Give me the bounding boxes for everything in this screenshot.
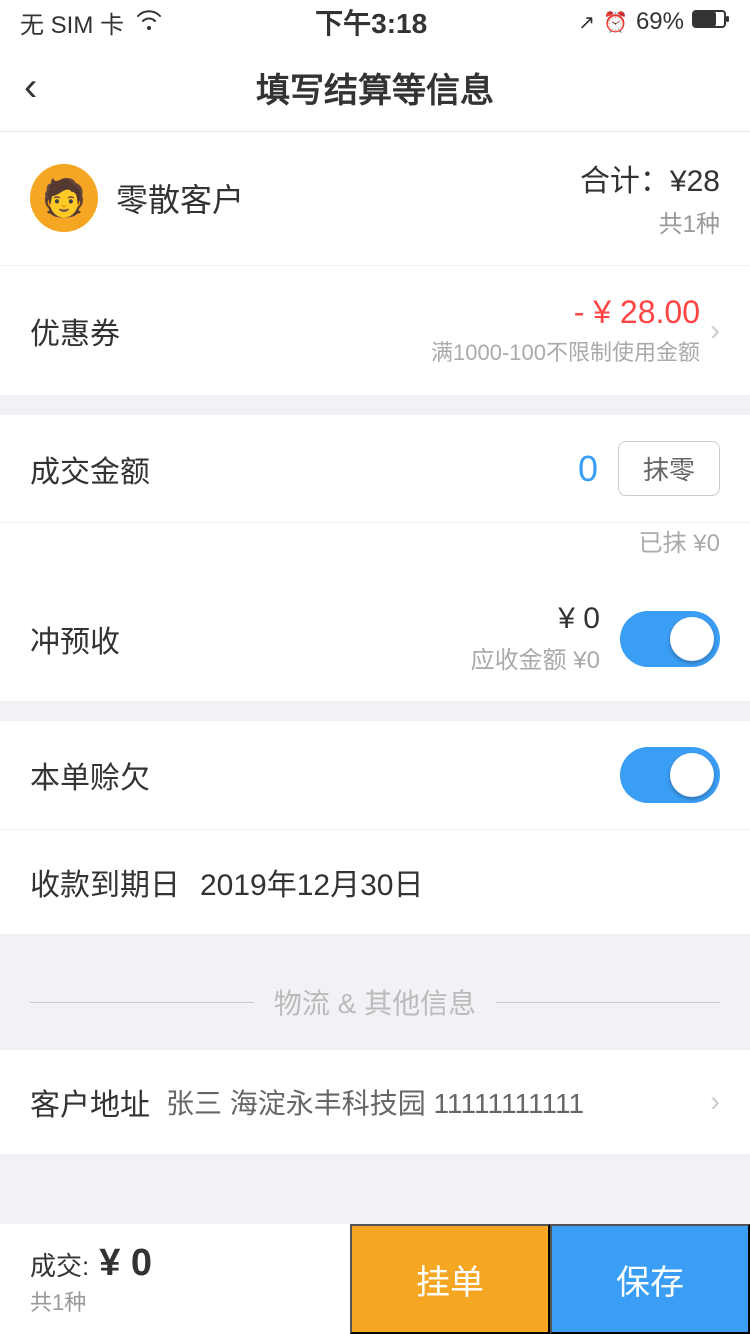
due-date-label: 收款到期日 — [30, 860, 180, 904]
battery-level: 69% — [636, 8, 684, 36]
nav-bar: ‹ 填写结算等信息 — [0, 44, 750, 132]
credit-row: 本单赊欠 — [0, 721, 750, 830]
customer-info-left: 🧑 零散客户 — [30, 164, 244, 232]
avatar-icon: 🧑 — [42, 177, 87, 219]
round-off-button[interactable]: 抹零 — [618, 441, 720, 496]
divider-left — [30, 1002, 254, 1003]
credit-toggle-thumb — [670, 753, 714, 797]
bottom-summary: 成交: ¥ 0 共1种 — [0, 1242, 350, 1317]
avatar: 🧑 — [30, 164, 98, 232]
address-label: 客户地址 — [30, 1080, 150, 1124]
coupon-value-block: - ¥ 28.00 满1000-100不限制使用金额 — [431, 294, 700, 367]
logistics-title: 物流 & 其他信息 — [254, 982, 496, 1022]
summary-title: 成交: — [30, 1246, 89, 1283]
transaction-right: 0 抹零 — [578, 441, 720, 496]
customer-card: 🧑 零散客户 合计：¥28 共1种 优惠券 - ¥ 28.00 满1000-10… — [0, 132, 750, 395]
prepaid-subtext: 应收金额 ¥0 — [471, 640, 600, 675]
due-date-row: 收款到期日 2019年12月30日 — [0, 830, 750, 934]
credit-label: 本单赊欠 — [30, 753, 150, 797]
credit-toggle[interactable] — [620, 747, 720, 803]
total-count: 共1种 — [580, 204, 720, 239]
status-bar-left: 无 SIM 卡 — [20, 5, 164, 40]
chevron-right-icon: › — [710, 314, 720, 348]
prepaid-row: 冲预收 ¥ 0 应收金额 ¥0 — [0, 576, 750, 701]
status-bar-time: 下午3:18 — [315, 2, 427, 42]
customer-summary: 合计：¥28 共1种 — [580, 156, 720, 239]
prepaid-label: 冲预收 — [30, 617, 120, 661]
prepaid-right: ¥ 0 应收金额 ¥0 — [471, 602, 720, 675]
summary-count: 共1种 — [30, 1285, 320, 1317]
toggle-thumb — [670, 617, 714, 661]
total-amount: 合计：¥28 — [580, 156, 720, 200]
prepaid-toggle[interactable] — [620, 611, 720, 667]
alarm-icon: ⏰ — [603, 10, 628, 35]
coupon-row[interactable]: 优惠券 - ¥ 28.00 满1000-100不限制使用金额 › — [0, 265, 750, 395]
prepaid-amount: ¥ 0 — [471, 602, 600, 636]
customer-name: 零散客户 — [116, 175, 244, 221]
coupon-description: 满1000-100不限制使用金额 — [431, 335, 700, 367]
page-title: 填写结算等信息 — [256, 63, 494, 112]
due-date-value: 2019年12月30日 — [200, 860, 423, 904]
address-chevron-icon: › — [710, 1085, 720, 1119]
status-bar-right: ↗ ⏰ 69% — [578, 8, 730, 36]
coupon-right: - ¥ 28.00 满1000-100不限制使用金额 › — [431, 294, 720, 367]
pending-button[interactable]: 挂单 — [350, 1224, 550, 1334]
address-value: 张三 海淀永丰科技园 11111111111 — [166, 1082, 694, 1122]
coupon-discount: - ¥ 28.00 — [431, 294, 700, 331]
transaction-amount: 0 — [578, 448, 598, 490]
save-button[interactable]: 保存 — [550, 1224, 750, 1334]
status-bar: 无 SIM 卡 下午3:18 ↗ ⏰ 69% — [0, 0, 750, 44]
credit-card: 本单赊欠 收款到期日 2019年12月30日 — [0, 721, 750, 934]
prepaid-amount-block: ¥ 0 应收金额 ¥0 — [471, 602, 600, 675]
transaction-row: 成交金额 0 抹零 — [0, 415, 750, 523]
summary-amount: ¥ 0 — [99, 1242, 152, 1285]
battery-icon — [692, 8, 730, 36]
transaction-label: 成交金额 — [30, 447, 150, 491]
logistics-section: 物流 & 其他信息 — [0, 954, 750, 1050]
bottom-bar: 成交: ¥ 0 共1种 挂单 保存 — [0, 1224, 750, 1334]
back-button[interactable]: ‹ — [24, 65, 37, 110]
location-icon: ↗ — [578, 10, 595, 35]
coupon-label: 优惠券 — [30, 309, 120, 353]
divider-right — [496, 1002, 720, 1003]
sim-signal: 无 SIM 卡 — [20, 5, 124, 40]
address-row[interactable]: 客户地址 张三 海淀永丰科技园 11111111111 › — [0, 1050, 750, 1154]
transaction-card: 成交金额 0 抹零 已抹 ¥0 冲预收 ¥ 0 应收金额 ¥0 — [0, 415, 750, 701]
wifi-icon — [134, 8, 164, 37]
round-off-subtext: 已抹 ¥0 — [0, 523, 750, 576]
customer-row: 🧑 零散客户 合计：¥28 共1种 — [0, 132, 750, 263]
content-area: 🧑 零散客户 合计：¥28 共1种 优惠券 - ¥ 28.00 满1000-10… — [0, 132, 750, 1274]
